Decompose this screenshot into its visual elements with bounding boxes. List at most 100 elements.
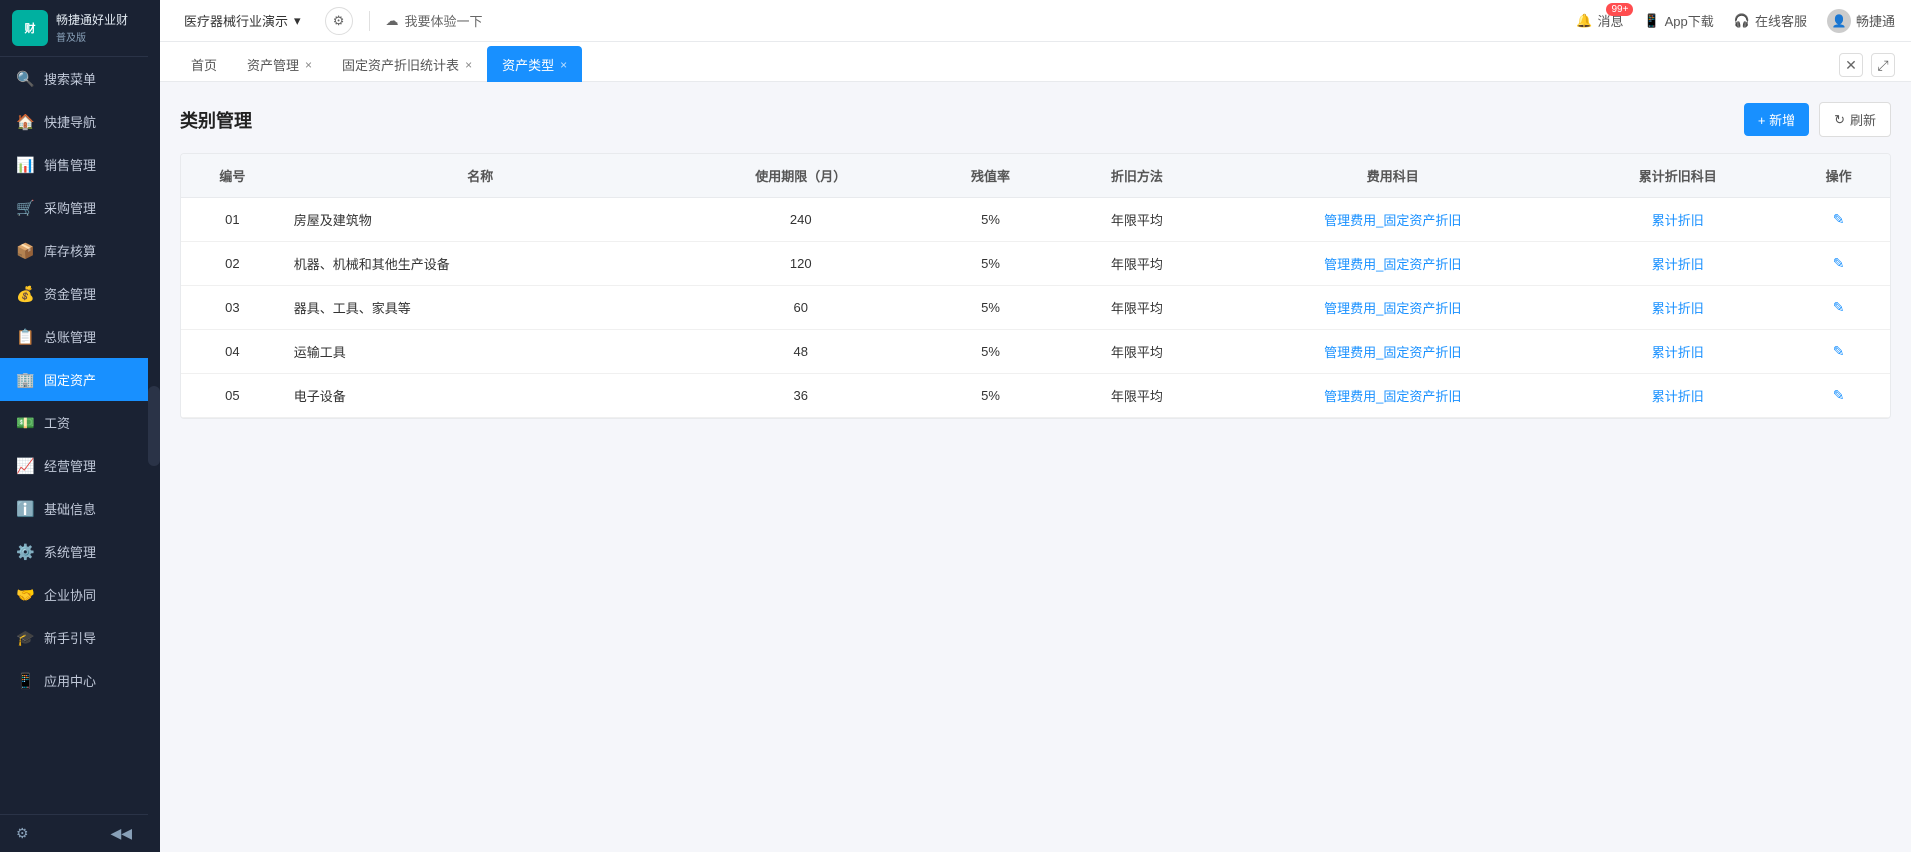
sidebar-scrollbar[interactable] [148,386,160,466]
sidebar-icon-operation: 📈 [16,457,34,475]
sidebar-item-salary[interactable]: 💵 工资 [0,401,148,444]
sidebar-label-cooperation: 企业协同 [44,585,96,604]
tab-asset-type-close[interactable]: × [560,58,567,72]
sidebar-icon-basic-info: ℹ️ [16,500,34,518]
cell-code-4: 05 [181,374,284,418]
sidebar-item-guide[interactable]: 🎓 新手引导 [0,616,148,659]
edit-button-1[interactable]: ✎ [1833,255,1845,271]
main-area: 医疗器械行业演示 ▾ ⚙ ☁ 我要体验一下 🔔 消息 99+ 📱 App下载 🎧… [160,0,1911,852]
sidebar: 财 畅捷通好业财 普及版 🔍 搜索菜单 🏠 快捷导航 📊 销售管理 🛒 采购管理… [0,0,148,852]
cell-period-1: 120 [677,242,925,286]
app-download-button[interactable]: 📱 App下载 [1643,11,1713,30]
sidebar-label-ledger: 总账管理 [44,327,96,346]
sidebar-item-app-center[interactable]: 📱 应用中心 [0,659,148,702]
tab-asset-mgmt-close[interactable]: × [305,58,312,72]
settings-button[interactable]: ⚙ [325,7,353,35]
cell-method-0: 年限平均 [1056,198,1217,242]
settings-icon[interactable]: ⚙ [16,825,29,842]
edit-button-0[interactable]: ✎ [1833,211,1845,227]
cell-residual-4: 5% [925,374,1057,418]
cell-residual-3: 5% [925,330,1057,374]
page-header: 类别管理 + 新增 ↻ 刷新 [180,102,1891,137]
edit-button-3[interactable]: ✎ [1833,343,1845,359]
cell-residual-1: 5% [925,242,1057,286]
sidebar-label-app-center: 应用中心 [44,671,96,690]
user-label: 畅捷通 [1856,11,1895,30]
sidebar-label-purchase: 采购管理 [44,198,96,217]
cell-op-3: ✎ [1787,330,1890,374]
refresh-label: 刷新 [1850,110,1876,129]
cell-residual-0: 5% [925,198,1057,242]
sidebar-item-purchase[interactable]: 🛒 采购管理 [0,186,148,229]
tab-asset-mgmt[interactable]: 资产管理 × [232,46,327,82]
user-button[interactable]: 👤 畅捷通 [1827,9,1895,33]
col-operation: 操作 [1787,154,1890,198]
refresh-button[interactable]: ↻ 刷新 [1819,102,1891,137]
cell-expense-2: 管理费用_固定资产折旧 [1217,286,1568,330]
sidebar-footer: ⚙ ◀◀ [0,814,148,852]
avatar-icon: 👤 [1827,9,1851,33]
company-name: 医疗器械行业演示 [184,11,288,30]
edit-button-4[interactable]: ✎ [1833,387,1845,403]
cell-accumulated-2: 累计折旧 [1568,286,1787,330]
cell-expense-4: 管理费用_固定资产折旧 [1217,374,1568,418]
sidebar-item-system[interactable]: ⚙️ 系统管理 [0,530,148,573]
company-selector[interactable]: 医疗器械行业演示 ▾ [176,7,309,34]
table-row: 01 房屋及建筑物 240 5% 年限平均 管理费用_固定资产折旧 累计折旧 ✎ [181,198,1890,242]
sidebar-icon-capital: 💰 [16,285,34,303]
sidebar-item-basic-info[interactable]: ℹ️ 基础信息 [0,487,148,530]
col-code: 编号 [181,154,284,198]
tab-fixed-asset-table-close[interactable]: × [465,58,472,72]
sidebar-item-capital[interactable]: 💰 资金管理 [0,272,148,315]
tab-asset-type[interactable]: 资产类型 × [487,46,582,82]
logo-icon: 财 [12,10,48,46]
sidebar-item-cooperation[interactable]: 🤝 企业协同 [0,573,148,616]
page-title: 类别管理 [180,107,252,133]
cell-op-4: ✎ [1787,374,1890,418]
cell-code-1: 02 [181,242,284,286]
topbar: 医疗器械行业演示 ▾ ⚙ ☁ 我要体验一下 🔔 消息 99+ 📱 App下载 🎧… [160,0,1911,42]
cell-method-1: 年限平均 [1056,242,1217,286]
sidebar-item-sales[interactable]: 📊 销售管理 [0,143,148,186]
tab-home[interactable]: 首页 [176,46,232,82]
col-period: 使用期限（月） [677,154,925,198]
online-service-button[interactable]: 🎧 在线客服 [1734,11,1807,30]
messages-button[interactable]: 🔔 消息 99+ [1576,11,1623,30]
sidebar-icon-app-center: 📱 [16,672,34,690]
trial-button[interactable]: ☁ 我要体验一下 [386,11,483,30]
sidebar-label-guide: 新手引导 [44,628,96,647]
cell-name-3: 运输工具 [284,330,677,374]
cell-period-3: 48 [677,330,925,374]
new-button[interactable]: + 新增 [1744,103,1809,136]
col-residual-rate: 残值率 [925,154,1057,198]
tab-close-btn[interactable]: ✕ [1839,53,1863,77]
cloud-icon: ☁ [386,13,399,29]
cell-name-0: 房屋及建筑物 [284,198,677,242]
table-row: 03 器具、工具、家具等 60 5% 年限平均 管理费用_固定资产折旧 累计折旧… [181,286,1890,330]
cell-period-4: 36 [677,374,925,418]
sidebar-label-sales: 销售管理 [44,155,96,174]
sidebar-icon-fixed-assets: 🏢 [16,371,34,389]
sidebar-item-ledger[interactable]: 📋 总账管理 [0,315,148,358]
tabs-actions: ✕ ⤢ [1839,53,1895,81]
sidebar-item-inventory[interactable]: 📦 库存核算 [0,229,148,272]
sidebar-label-quick-nav: 快捷导航 [44,112,96,131]
content-area: 类别管理 + 新增 ↻ 刷新 编号 名称 使用期限（月） 残值率 折旧方法 [160,82,1911,852]
cell-op-0: ✎ [1787,198,1890,242]
messages-badge: 99+ [1606,3,1633,16]
tab-fixed-asset-table[interactable]: 固定资产折旧统计表 × [327,46,487,82]
sidebar-item-operation[interactable]: 📈 经营管理 [0,444,148,487]
sidebar-collapse-icon[interactable]: ◀◀ [110,825,132,842]
sidebar-item-fixed-assets[interactable]: 🏢 固定资产 [0,358,148,401]
sidebar-item-search[interactable]: 🔍 搜索菜单 [0,57,148,100]
cell-expense-1: 管理费用_固定资产折旧 [1217,242,1568,286]
sidebar-label-search: 搜索菜单 [44,69,96,88]
sidebar-label-system: 系统管理 [44,542,96,561]
category-table: 编号 名称 使用期限（月） 残值率 折旧方法 费用科目 累计折旧科目 操作 01… [181,154,1890,418]
sidebar-item-quick-nav[interactable]: 🏠 快捷导航 [0,100,148,143]
sidebar-icon-cooperation: 🤝 [16,586,34,604]
phone-icon: 📱 [1643,13,1659,29]
tab-maximize-btn[interactable]: ⤢ [1871,53,1895,77]
sidebar-label-inventory: 库存核算 [44,241,96,260]
edit-button-2[interactable]: ✎ [1833,299,1845,315]
